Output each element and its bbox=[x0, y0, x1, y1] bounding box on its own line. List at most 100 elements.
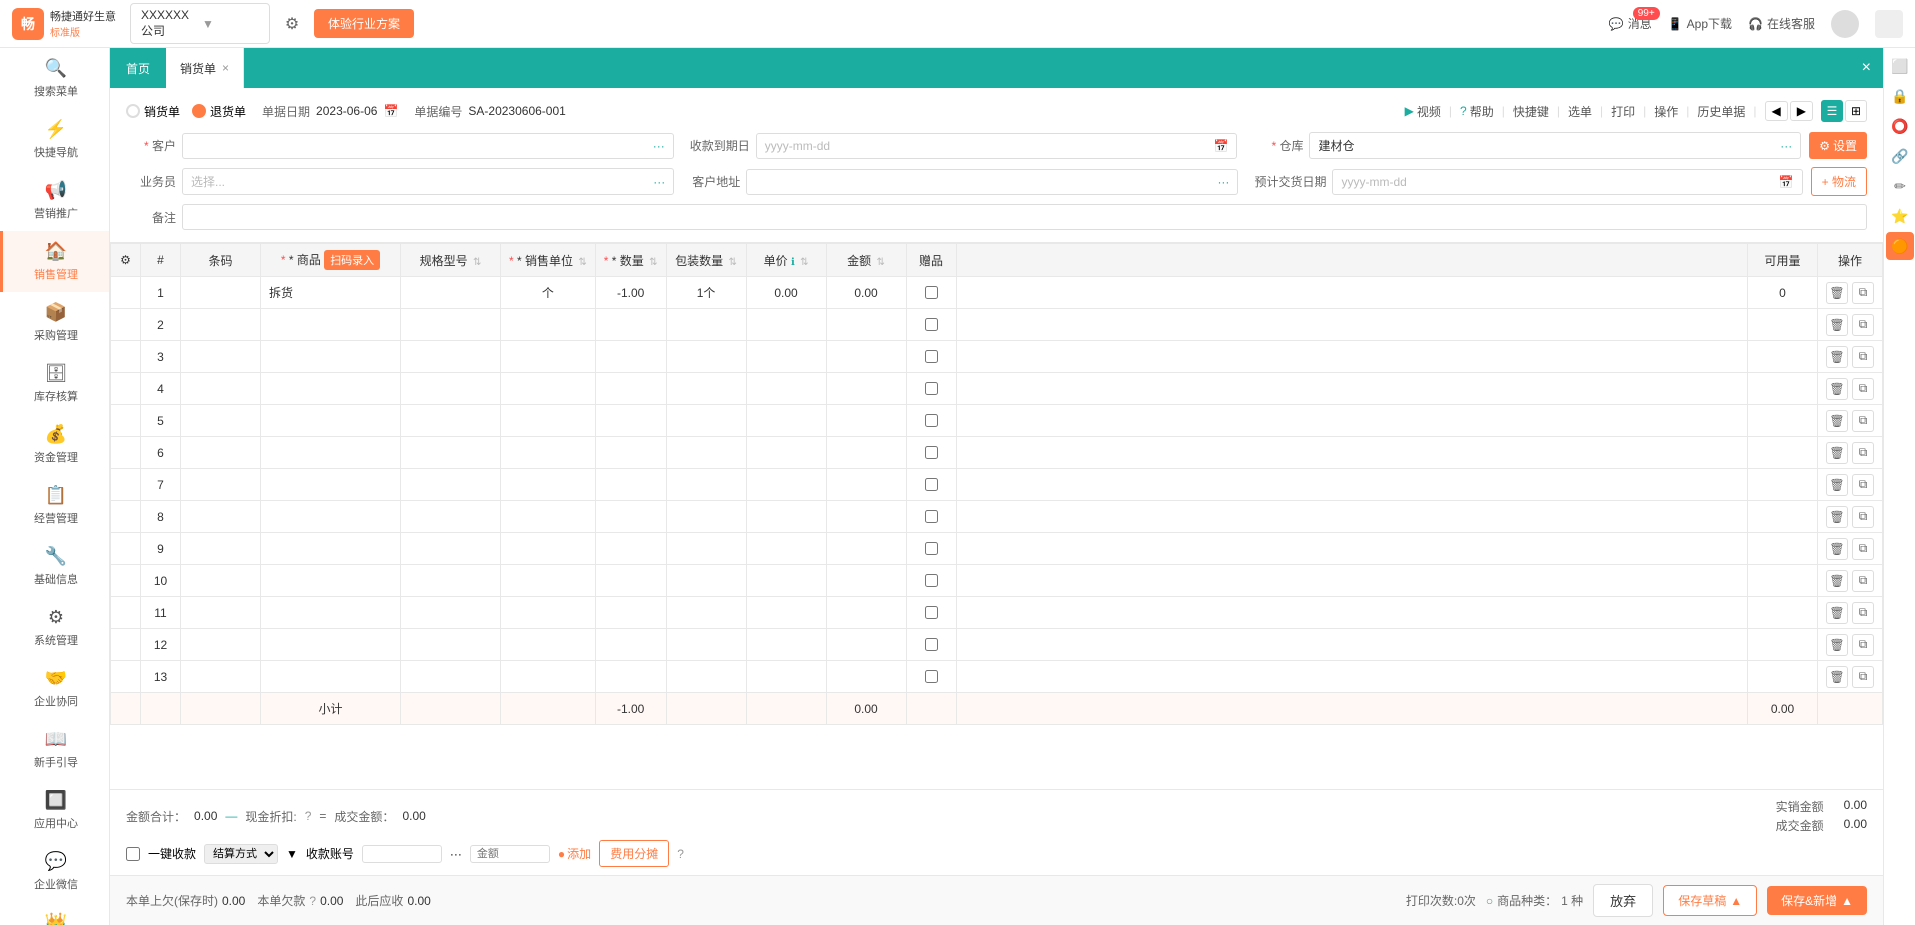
tab-home[interactable]: 首页 bbox=[110, 48, 166, 88]
payment-calendar-icon[interactable]: 📅 bbox=[1214, 139, 1229, 153]
rs-item-7[interactable]: 🟠 bbox=[1886, 232, 1914, 260]
account-input[interactable] bbox=[362, 845, 442, 863]
cell-gift-7[interactable] bbox=[906, 501, 956, 533]
delete-icon-8[interactable]: 🗑 bbox=[1826, 538, 1848, 560]
tab-close-icon[interactable]: × bbox=[222, 61, 229, 75]
gift-checkbox-8[interactable] bbox=[925, 542, 938, 555]
rs-item-3[interactable]: ⭕ bbox=[1886, 112, 1914, 140]
cell-product-10[interactable] bbox=[261, 597, 401, 629]
cell-gift-9[interactable] bbox=[906, 565, 956, 597]
sidebar-item-sales[interactable]: 🏠 销售管理 bbox=[0, 231, 109, 292]
cell-barcode-3[interactable] bbox=[181, 373, 261, 405]
expense-split-button[interactable]: 费用分摊 bbox=[599, 840, 669, 867]
online-service-item[interactable]: 🎧 在线客服 bbox=[1748, 15, 1815, 32]
cell-spec-8[interactable] bbox=[401, 533, 501, 565]
radio-sale[interactable]: 销货单 bbox=[126, 103, 180, 120]
cell-product-1[interactable] bbox=[261, 309, 401, 341]
gift-checkbox-6[interactable] bbox=[925, 478, 938, 491]
cell-gift-8[interactable] bbox=[906, 533, 956, 565]
price-info-icon[interactable]: ℹ bbox=[791, 257, 795, 268]
cell-unit-0[interactable]: 个 bbox=[501, 277, 596, 309]
cell-product-12[interactable] bbox=[261, 661, 401, 693]
copy-icon-8[interactable]: ⧉ bbox=[1852, 538, 1874, 560]
app-download-item[interactable]: 📱 App下载 bbox=[1668, 15, 1732, 32]
cell-barcode-6[interactable] bbox=[181, 469, 261, 501]
cell-gift-6[interactable] bbox=[906, 469, 956, 501]
delete-icon-9[interactable]: 🗑 bbox=[1826, 570, 1848, 592]
cell-amount-6[interactable] bbox=[826, 469, 906, 501]
cell-amount-2[interactable] bbox=[826, 341, 906, 373]
trial-button[interactable]: 体验行业方案 bbox=[314, 9, 414, 38]
cell-pack-2[interactable] bbox=[666, 341, 746, 373]
cell-price-5[interactable] bbox=[746, 437, 826, 469]
layout-grid-icon[interactable]: ⊞ bbox=[1845, 100, 1867, 122]
cell-qty-1[interactable] bbox=[595, 309, 666, 341]
copy-icon-11[interactable]: ⧉ bbox=[1852, 634, 1874, 656]
delete-icon-11[interactable]: 🗑 bbox=[1826, 634, 1848, 656]
delete-icon-5[interactable]: 🗑 bbox=[1826, 442, 1848, 464]
cell-unit-6[interactable] bbox=[501, 469, 596, 501]
delete-icon-3[interactable]: 🗑 bbox=[1826, 378, 1848, 400]
cell-unit-1[interactable] bbox=[501, 309, 596, 341]
cell-pack-6[interactable] bbox=[666, 469, 746, 501]
cell-pack-0[interactable]: 1个 bbox=[666, 277, 746, 309]
cell-qty-6[interactable] bbox=[595, 469, 666, 501]
cell-amount-9[interactable] bbox=[826, 565, 906, 597]
cell-unit-2[interactable] bbox=[501, 341, 596, 373]
cell-spec-6[interactable] bbox=[401, 469, 501, 501]
cell-price-8[interactable] bbox=[746, 533, 826, 565]
gift-checkbox-12[interactable] bbox=[925, 670, 938, 683]
copy-icon-10[interactable]: ⧉ bbox=[1852, 602, 1874, 624]
cell-pack-11[interactable] bbox=[666, 629, 746, 661]
warehouse-input[interactable]: 建材仓 ··· bbox=[1309, 132, 1801, 159]
toolbar-help[interactable]: ? 帮助 bbox=[1460, 103, 1494, 120]
tab-sale-order[interactable]: 销货单 × bbox=[166, 48, 244, 88]
cell-price-6[interactable] bbox=[746, 469, 826, 501]
cell-price-10[interactable] bbox=[746, 597, 826, 629]
cell-qty-11[interactable] bbox=[595, 629, 666, 661]
cell-qty-3[interactable] bbox=[595, 373, 666, 405]
cell-price-4[interactable] bbox=[746, 405, 826, 437]
sidebar-item-purchase[interactable]: 📦 采购管理 bbox=[0, 292, 109, 353]
cell-pack-7[interactable] bbox=[666, 501, 746, 533]
message-item[interactable]: 💬 消息 99+ bbox=[1609, 15, 1652, 32]
cell-spec-5[interactable] bbox=[401, 437, 501, 469]
notes-input[interactable] bbox=[182, 204, 1867, 230]
rs-item-1[interactable]: ⬜ bbox=[1886, 52, 1914, 80]
toolbar-shortcut[interactable]: 快捷键 bbox=[1513, 103, 1549, 120]
sidebar-item-system[interactable]: ⚙ 系统管理 bbox=[0, 597, 109, 658]
nav-next-button[interactable]: ▶ bbox=[1790, 101, 1813, 121]
cell-qty-12[interactable] bbox=[595, 661, 666, 693]
delete-icon-4[interactable]: 🗑 bbox=[1826, 410, 1848, 432]
cell-spec-1[interactable] bbox=[401, 309, 501, 341]
cell-gift-0[interactable] bbox=[906, 277, 956, 309]
toolbar-print[interactable]: 打印 bbox=[1611, 103, 1635, 120]
cell-gift-2[interactable] bbox=[906, 341, 956, 373]
cell-gift-12[interactable] bbox=[906, 661, 956, 693]
cell-barcode-4[interactable] bbox=[181, 405, 261, 437]
cell-gift-5[interactable] bbox=[906, 437, 956, 469]
cell-product-6[interactable] bbox=[261, 469, 401, 501]
cell-spec-0[interactable] bbox=[401, 277, 501, 309]
cell-product-4[interactable] bbox=[261, 405, 401, 437]
cell-unit-4[interactable] bbox=[501, 405, 596, 437]
copy-icon-6[interactable]: ⧉ bbox=[1852, 474, 1874, 496]
salesperson-input[interactable]: 选择... ··· bbox=[182, 168, 674, 195]
cell-barcode-10[interactable] bbox=[181, 597, 261, 629]
cell-qty-9[interactable] bbox=[595, 565, 666, 597]
sidebar-item-enterprise[interactable]: 🤝 企业协同 bbox=[0, 658, 109, 719]
sidebar-item-app-center[interactable]: 🔲 应用中心 bbox=[0, 780, 109, 841]
cell-gift-4[interactable] bbox=[906, 405, 956, 437]
toolbar-video[interactable]: ▶ 视频 bbox=[1405, 103, 1441, 120]
cell-gift-11[interactable] bbox=[906, 629, 956, 661]
expense-help-icon[interactable]: ? bbox=[677, 847, 684, 861]
sidebar-item-member[interactable]: 👑 畅会员 bbox=[0, 902, 109, 925]
cell-product-3[interactable] bbox=[261, 373, 401, 405]
cell-spec-10[interactable] bbox=[401, 597, 501, 629]
cell-unit-7[interactable] bbox=[501, 501, 596, 533]
cell-unit-10[interactable] bbox=[501, 597, 596, 629]
scan-button[interactable]: 扫码录入 bbox=[324, 250, 380, 270]
gift-checkbox-9[interactable] bbox=[925, 574, 938, 587]
cell-qty-8[interactable] bbox=[595, 533, 666, 565]
payment-due-input[interactable]: yyyy-mm-dd 📅 bbox=[756, 133, 1238, 159]
